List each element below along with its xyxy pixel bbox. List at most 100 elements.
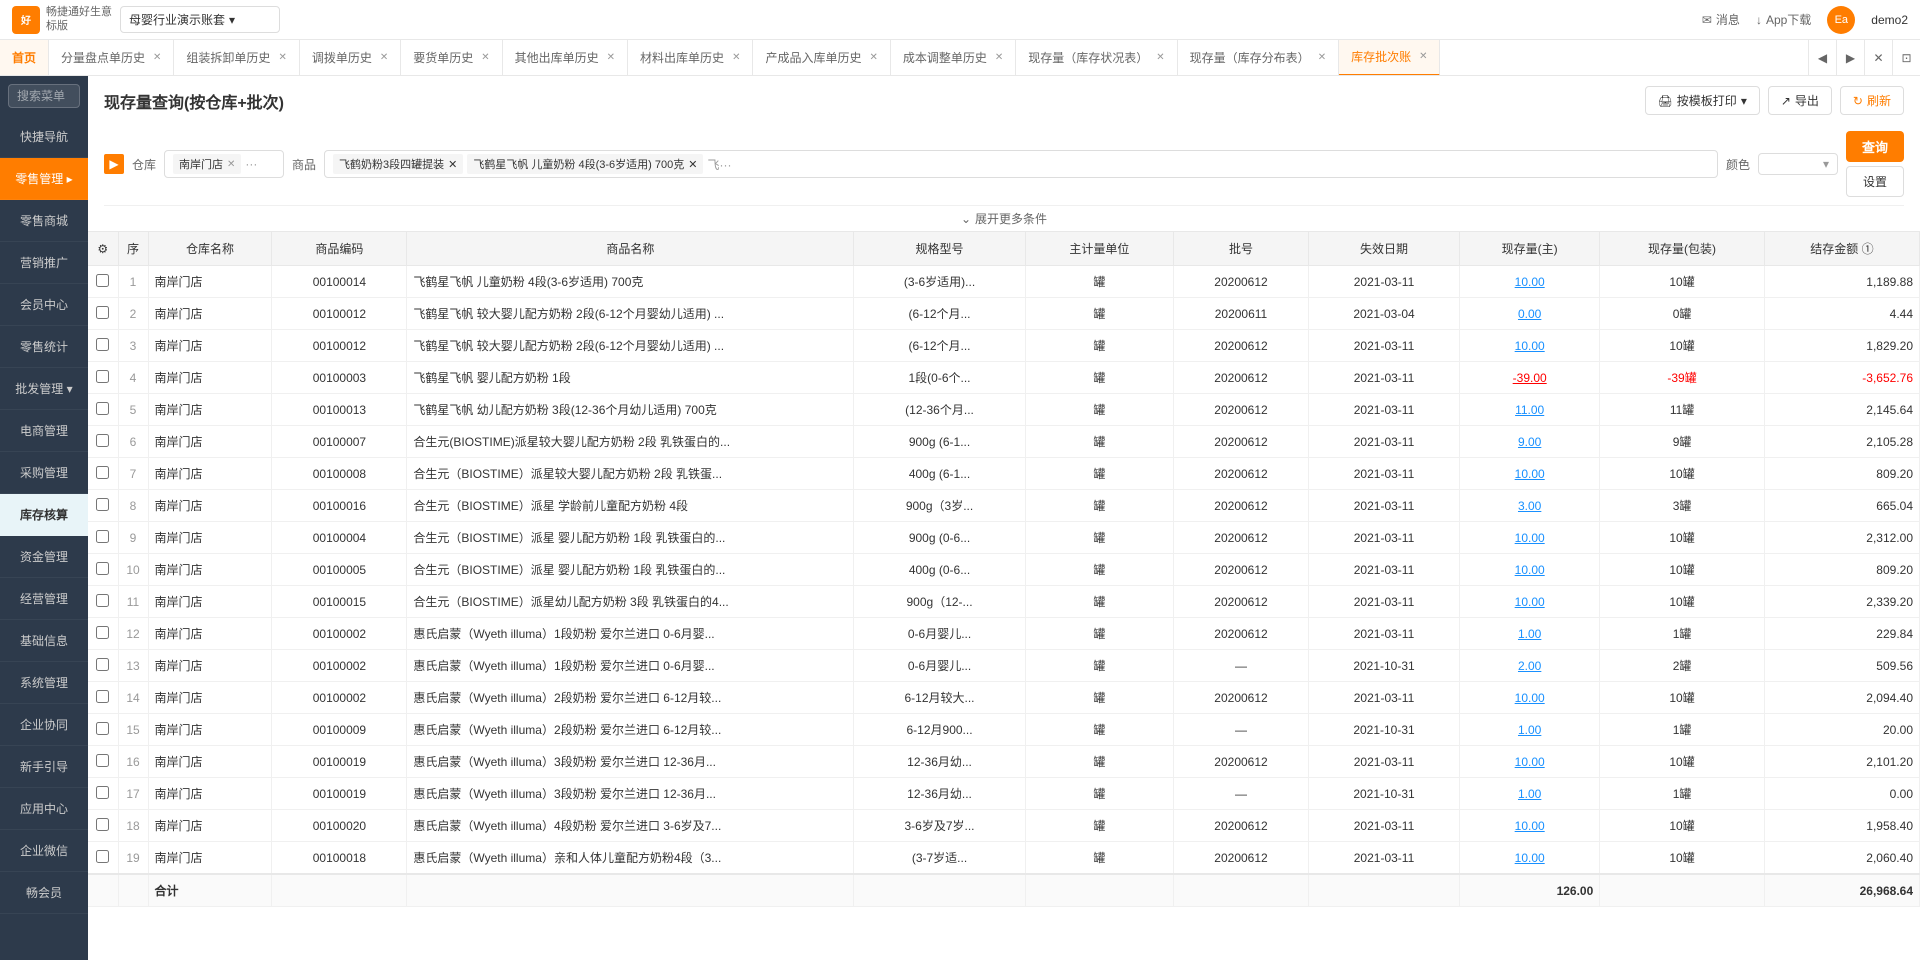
tab-close-chengben[interactable]: ✕	[995, 52, 1003, 63]
warehouse-tag-close[interactable]: ✕	[227, 159, 235, 170]
expand-btn[interactable]: ▶	[104, 154, 124, 174]
tab-close-chengpin[interactable]: ✕	[869, 52, 877, 63]
tab-chengpin[interactable]: 产成品入库单历史 ✕	[753, 40, 890, 76]
tab-close-tiaopo[interactable]: ✕	[380, 52, 388, 63]
sidebar-item-retail-shop[interactable]: 零售商城	[0, 200, 88, 242]
warehouse-filter-group[interactable]: 南岸门店 ✕ ···	[164, 150, 284, 178]
sidebar-item-marketing[interactable]: 营销推广	[0, 242, 88, 284]
row-stock-main-15[interactable]: 10.00	[1460, 746, 1600, 778]
sidebar-item-retail-stats[interactable]: 零售统计	[0, 326, 88, 368]
sidebar-item-enterprise[interactable]: 企业协同	[0, 704, 88, 746]
tab-yaohuo[interactable]: 要货单历史 ✕	[401, 40, 502, 76]
row-checkbox-18[interactable]	[88, 842, 118, 875]
tab-xianzai1[interactable]: 现存量（库存状况表） ✕	[1016, 40, 1177, 76]
row-checkbox-8[interactable]	[88, 522, 118, 554]
row-checkbox-7[interactable]	[88, 490, 118, 522]
tab-fenpan[interactable]: 分量盘点单历史 ✕	[49, 40, 174, 76]
col-settings[interactable]: ⚙	[88, 232, 118, 266]
color-filter-group[interactable]: ▾	[1758, 153, 1838, 175]
row-checkbox-5[interactable]	[88, 426, 118, 458]
avatar[interactable]: Ea	[1827, 6, 1855, 34]
row-checkbox-12[interactable]	[88, 650, 118, 682]
app-download-action[interactable]: ↓ App下载	[1756, 11, 1811, 28]
row-stock-main-14[interactable]: 1.00	[1460, 714, 1600, 746]
refresh-button[interactable]: ↻ 刷新	[1840, 86, 1904, 115]
row-checkbox-6[interactable]	[88, 458, 118, 490]
tab-close-fenpan[interactable]: ✕	[153, 52, 161, 63]
row-stock-main-12[interactable]: 2.00	[1460, 650, 1600, 682]
row-stock-main-18[interactable]: 10.00	[1460, 842, 1600, 875]
tab-qita[interactable]: 其他出库单历史 ✕	[503, 40, 628, 76]
sidebar-item-quicknav[interactable]: 快捷导航	[0, 116, 88, 158]
tab-close-cailiao[interactable]: ✕	[732, 52, 740, 63]
export-button[interactable]: ↗ 导出	[1768, 86, 1832, 115]
sidebar-item-members[interactable]: 会员中心	[0, 284, 88, 326]
sidebar-item-ecommerce[interactable]: 电商管理	[0, 410, 88, 452]
row-checkbox-1[interactable]	[88, 298, 118, 330]
product-tag-1-close[interactable]: ✕	[448, 158, 457, 171]
row-stock-main-17[interactable]: 10.00	[1460, 810, 1600, 842]
row-stock-main-6[interactable]: 10.00	[1460, 458, 1600, 490]
sidebar-item-basics[interactable]: 基础信息	[0, 620, 88, 662]
row-checkbox-2[interactable]	[88, 330, 118, 362]
setting-button[interactable]: 设置	[1846, 166, 1904, 197]
row-checkbox-16[interactable]	[88, 778, 118, 810]
row-stock-main-2[interactable]: 10.00	[1460, 330, 1600, 362]
tab-tiaopo[interactable]: 调拨单历史 ✕	[300, 40, 401, 76]
product-tag-2-close[interactable]: ✕	[688, 158, 697, 171]
sidebar-item-purchase[interactable]: 采购管理	[0, 452, 88, 494]
product-filter-group[interactable]: 飞鹤奶粉3段四罐提装 ✕ 飞鹤星飞帆 儿童奶粉 4段(3-6岁适用) 700克 …	[324, 150, 1718, 178]
row-checkbox-4[interactable]	[88, 394, 118, 426]
row-checkbox-0[interactable]	[88, 266, 118, 298]
filter-expand[interactable]: ⌄ 展开更多条件	[104, 205, 1904, 231]
row-checkbox-14[interactable]	[88, 714, 118, 746]
row-checkbox-11[interactable]	[88, 618, 118, 650]
sidebar-item-retail-mgmt[interactable]: 零售管理 ▸	[0, 158, 88, 200]
sidebar-item-wholesale-mgmt[interactable]: 批发管理 ▾	[0, 368, 88, 410]
sidebar-item-system[interactable]: 系统管理	[0, 662, 88, 704]
tab-close-xianzai1[interactable]: ✕	[1156, 52, 1164, 63]
message-action[interactable]: ✉ 消息	[1702, 11, 1740, 28]
color-chevron-icon[interactable]: ▾	[1823, 157, 1829, 171]
warehouse-more[interactable]: ···	[245, 157, 257, 171]
warehouse-select[interactable]: 母婴行业演示账套 ▾	[120, 6, 280, 33]
tab-close-pizhang[interactable]: ✕	[1419, 51, 1427, 62]
tab-close-xianzai2[interactable]: ✕	[1318, 52, 1326, 63]
row-stock-main-7[interactable]: 3.00	[1460, 490, 1600, 522]
row-stock-main-16[interactable]: 1.00	[1460, 778, 1600, 810]
row-stock-main-3[interactable]: -39.00	[1460, 362, 1600, 394]
row-stock-main-8[interactable]: 10.00	[1460, 522, 1600, 554]
print-button[interactable]: 🖨 按模板打印 ▾	[1645, 86, 1760, 115]
sidebar-item-appcenter[interactable]: 应用中心	[0, 788, 88, 830]
tab-pizhang[interactable]: 库存批次账 ✕	[1339, 40, 1440, 76]
nav-next-btn[interactable]: ▶	[1836, 40, 1864, 76]
row-checkbox-13[interactable]	[88, 682, 118, 714]
sidebar-item-wechat[interactable]: 企业微信	[0, 830, 88, 872]
search-input[interactable]	[8, 84, 80, 108]
tab-xianzai2[interactable]: 现存量（库存分布表） ✕	[1178, 40, 1339, 76]
row-stock-main-0[interactable]: 10.00	[1460, 266, 1600, 298]
row-stock-main-4[interactable]: 11.00	[1460, 394, 1600, 426]
row-stock-main-10[interactable]: 10.00	[1460, 586, 1600, 618]
row-stock-main-5[interactable]: 9.00	[1460, 426, 1600, 458]
row-stock-main-9[interactable]: 10.00	[1460, 554, 1600, 586]
nav-prev-btn[interactable]: ◀	[1808, 40, 1836, 76]
sidebar-item-operations[interactable]: 经营管理	[0, 578, 88, 620]
sidebar-item-member2[interactable]: 畅会员	[0, 872, 88, 914]
tab-close-zuchai[interactable]: ✕	[278, 52, 286, 63]
query-button[interactable]: 查询	[1846, 131, 1904, 162]
row-checkbox-17[interactable]	[88, 810, 118, 842]
sidebar-item-finance[interactable]: 资金管理	[0, 536, 88, 578]
row-stock-main-11[interactable]: 1.00	[1460, 618, 1600, 650]
nav-expand-btn[interactable]: ⊡	[1892, 40, 1920, 76]
tab-cailiao[interactable]: 材料出库单历史 ✕	[628, 40, 753, 76]
sidebar-item-inventory[interactable]: 库存核算	[0, 494, 88, 536]
product-more[interactable]: 飞···	[707, 156, 731, 173]
tab-close-qita[interactable]: ✕	[607, 52, 615, 63]
sidebar-item-guide[interactable]: 新手引导	[0, 746, 88, 788]
tab-home[interactable]: 首页	[0, 40, 49, 76]
tab-chengben[interactable]: 成本调整单历史 ✕	[891, 40, 1016, 76]
row-checkbox-10[interactable]	[88, 586, 118, 618]
row-checkbox-3[interactable]	[88, 362, 118, 394]
row-checkbox-9[interactable]	[88, 554, 118, 586]
